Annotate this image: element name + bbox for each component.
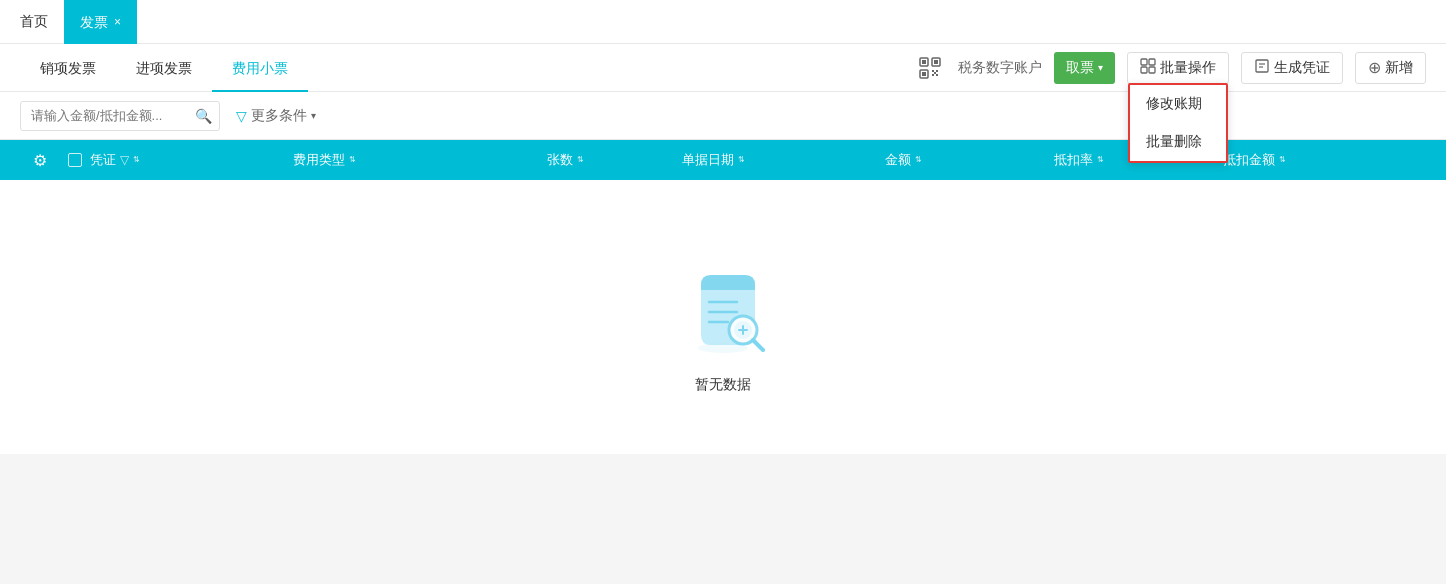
th-count-sort[interactable]: ⇅ [577, 156, 584, 164]
top-nav: 首页 发票 × [0, 0, 1446, 44]
search-input[interactable] [20, 101, 220, 131]
batch-op-dropdown: 修改账期 批量删除 [1128, 83, 1228, 163]
sub-nav: 销项发票 进项发票 费用小票 税务数字账户 取票 ▾ [0, 44, 1446, 92]
empty-illustration [673, 260, 773, 360]
th-expense-sort[interactable]: ⇅ [349, 156, 356, 164]
th-gear[interactable]: ⚙ [20, 151, 60, 170]
gear-icon: ⚙ [33, 151, 47, 170]
svg-rect-10 [934, 72, 936, 74]
more-conditions-arrow: ▾ [311, 110, 316, 121]
more-conditions-label: 更多条件 [251, 107, 307, 125]
th-amount[interactable]: 金额 ⇅ [885, 151, 1054, 169]
table-container: ⚙ 凭证 ▽ ⇅ 费用类型 ⇅ 张数 ⇅ 单据日期 ⇅ 金额 ⇅ 抵扣率 ⇅ [0, 140, 1446, 454]
filter-icon: ▽ [236, 108, 247, 124]
svg-rect-3 [934, 60, 938, 64]
empty-state: 暂无数据 [0, 180, 1446, 454]
tax-account-btn[interactable]: 税务数字账户 [958, 59, 1042, 77]
sub-nav-actions: 税务数字账户 取票 ▾ 批量操作 修改账期 批量删除 [914, 52, 1426, 84]
th-voucher[interactable]: 凭证 ▽ ⇅ [90, 151, 293, 169]
tab-expense-receipt[interactable]: 费用小票 [212, 44, 308, 92]
batch-delete-item[interactable]: 批量删除 [1130, 123, 1226, 161]
add-button[interactable]: ⊕ 新增 [1355, 52, 1426, 84]
take-ticket-label: 取票 [1066, 59, 1094, 77]
th-amount-label: 金额 [885, 151, 911, 169]
invoice-tab-label: 发票 [80, 0, 108, 44]
more-conditions-btn[interactable]: ▽ 更多条件 ▾ [236, 107, 316, 125]
header-checkbox[interactable] [68, 153, 82, 167]
search-wrap: 🔍 [20, 101, 220, 131]
tab-purchase-invoice[interactable]: 进项发票 [116, 44, 212, 92]
th-date[interactable]: 单据日期 ⇅ [682, 151, 885, 169]
batch-op-icon [1140, 58, 1156, 78]
take-ticket-arrow: ▾ [1098, 62, 1103, 73]
th-deduct-rate-sort[interactable]: ⇅ [1097, 156, 1104, 164]
generate-voucher-label: 生成凭证 [1274, 59, 1330, 77]
th-deduct-rate-label: 抵扣率 [1054, 151, 1093, 169]
th-deduct-amount-label: 抵扣金额 [1223, 151, 1275, 169]
th-voucher-label: 凭证 [90, 151, 116, 169]
svg-rect-14 [1149, 67, 1155, 73]
th-amount-sort[interactable]: ⇅ [915, 156, 922, 164]
th-check[interactable] [60, 153, 90, 167]
svg-rect-13 [1141, 67, 1147, 73]
th-date-label: 单据日期 [682, 151, 734, 169]
empty-text: 暂无数据 [695, 376, 751, 394]
sub-nav-tabs: 销项发票 进项发票 费用小票 [20, 44, 308, 92]
filter-bar: 🔍 ▽ 更多条件 ▾ [0, 92, 1446, 140]
add-label: 新增 [1385, 59, 1413, 77]
generate-voucher-button[interactable]: 生成凭证 [1241, 52, 1343, 84]
invoice-tab-close[interactable]: × [114, 0, 121, 44]
add-icon: ⊕ [1368, 58, 1381, 77]
batch-op-button[interactable]: 批量操作 修改账期 批量删除 [1127, 52, 1229, 84]
svg-rect-8 [932, 74, 934, 76]
svg-rect-15 [1256, 60, 1268, 72]
table-header: ⚙ 凭证 ▽ ⇅ 费用类型 ⇅ 张数 ⇅ 单据日期 ⇅ 金额 ⇅ 抵扣率 ⇅ [0, 140, 1446, 180]
qr-icon[interactable] [914, 52, 946, 84]
svg-rect-11 [1141, 59, 1147, 65]
svg-rect-6 [932, 70, 934, 72]
svg-rect-7 [936, 70, 938, 72]
th-date-sort[interactable]: ⇅ [738, 156, 745, 164]
modify-period-item[interactable]: 修改账期 [1130, 85, 1226, 123]
th-voucher-filter-icon: ▽ [120, 153, 129, 167]
th-deduct-amount[interactable]: 抵扣金额 ⇅ [1223, 151, 1426, 169]
th-count-label: 张数 [547, 151, 573, 169]
invoice-tab[interactable]: 发票 × [64, 0, 137, 44]
th-expense[interactable]: 费用类型 ⇅ [293, 151, 547, 169]
generate-voucher-icon [1254, 58, 1270, 77]
tab-sales-invoice[interactable]: 销项发票 [20, 44, 116, 92]
home-tab[interactable]: 首页 [20, 13, 64, 31]
th-expense-label: 费用类型 [293, 151, 345, 169]
svg-rect-1 [922, 60, 926, 64]
take-ticket-button[interactable]: 取票 ▾ [1054, 52, 1115, 84]
th-count[interactable]: 张数 ⇅ [547, 151, 682, 169]
svg-rect-12 [1149, 59, 1155, 65]
batch-op-label: 批量操作 [1160, 59, 1216, 77]
svg-rect-9 [936, 74, 938, 76]
search-icon: 🔍 [195, 108, 212, 124]
th-deduct-amount-sort[interactable]: ⇅ [1279, 156, 1286, 164]
svg-rect-5 [922, 72, 926, 76]
th-voucher-sort[interactable]: ⇅ [133, 156, 140, 164]
svg-line-24 [753, 340, 763, 350]
